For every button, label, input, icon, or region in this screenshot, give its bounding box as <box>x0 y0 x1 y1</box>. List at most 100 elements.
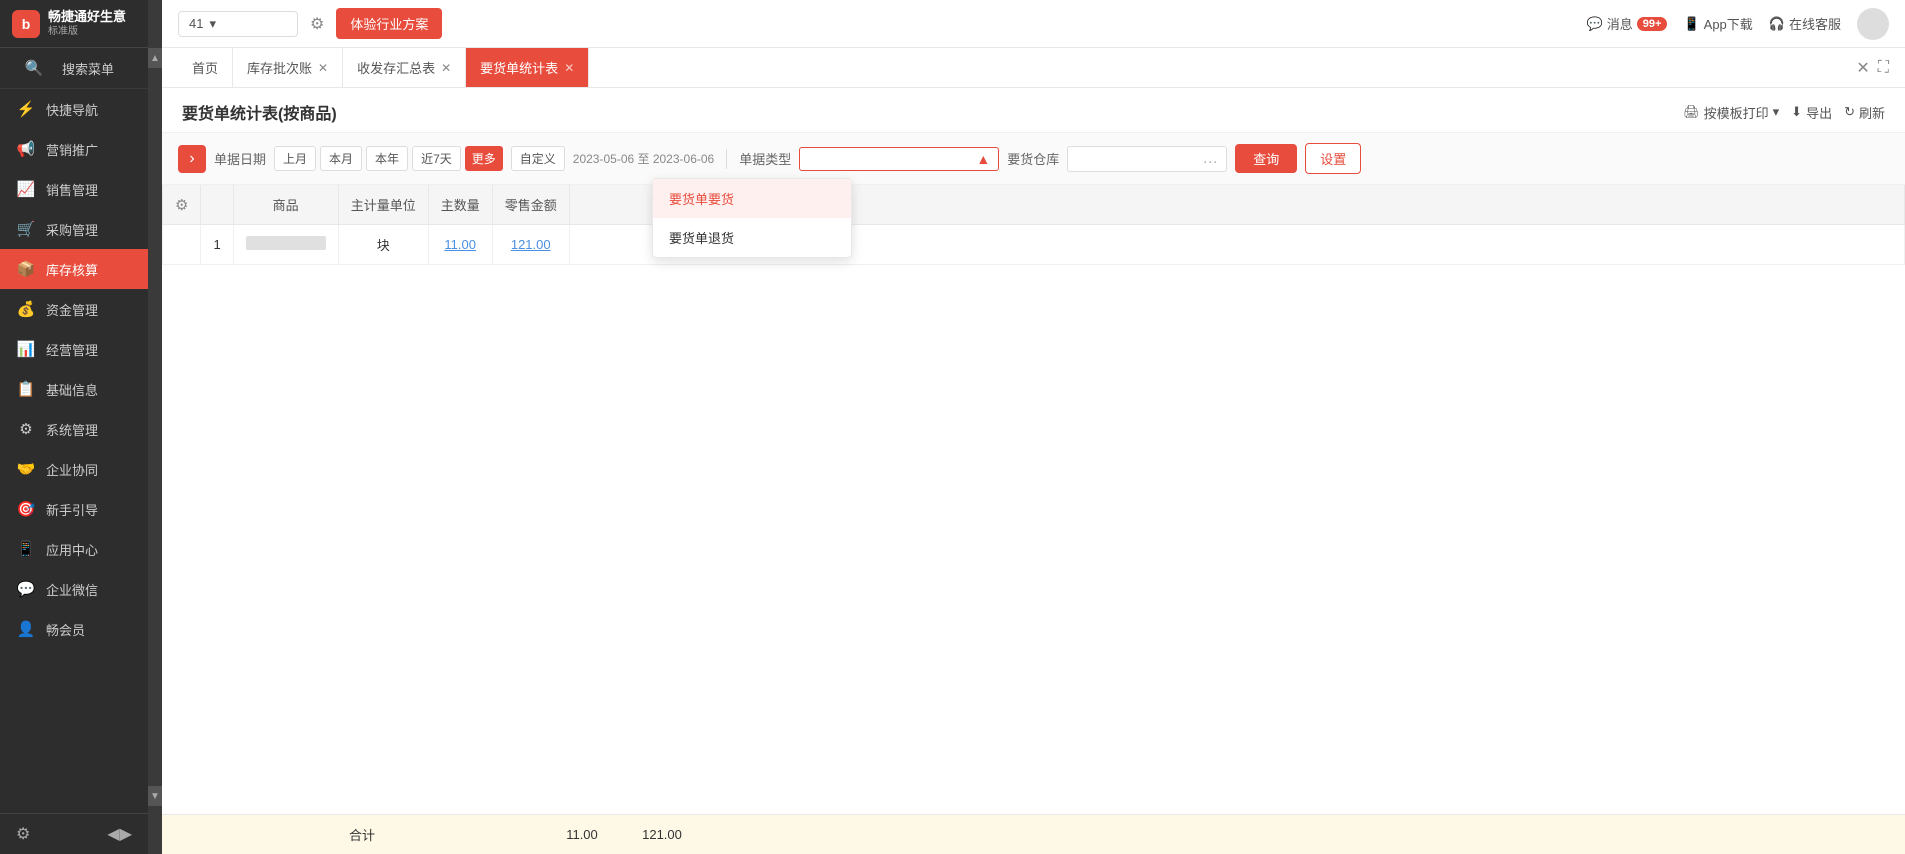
warehouse-filter-input[interactable]: … <box>1067 146 1227 172</box>
company-selector[interactable]: 41 ▾ <box>178 11 298 37</box>
date-custom-btn[interactable]: 自定义 <box>511 146 565 171</box>
td-quantity[interactable]: 11.00 <box>428 225 492 265</box>
system-icon: ⚙ <box>16 419 36 439</box>
page-body: 要货单统计表(按商品) 🖨 按模板打印 ▾ ⬇ 导出 ↻ 刷新 › <box>162 88 1905 854</box>
sidebar-item-operations[interactable]: 📊 经营管理 <box>0 329 148 369</box>
td-unit: 块 <box>338 225 428 265</box>
tab-close-inventory-batch[interactable]: ✕ <box>318 61 328 75</box>
type-select-arrow-up-icon[interactable]: ▲ <box>976 151 990 167</box>
date-btn-last-month[interactable]: 上月 <box>274 146 316 171</box>
sidebar-item-enterprise-coop[interactable]: 🤝 企业协同 <box>0 449 148 489</box>
query-btn[interactable]: 查询 <box>1235 144 1297 173</box>
dropdown-item-order-goods[interactable]: 要货单要货 <box>653 179 851 218</box>
table-row: 1 块 11.00 121.00 <box>163 225 1905 265</box>
date-filter-label: 单据日期 <box>214 149 266 168</box>
td-amount[interactable]: 121.00 <box>492 225 569 265</box>
export-btn[interactable]: ⬇ 导出 <box>1791 103 1832 122</box>
print-btn[interactable]: 🖨 按模板打印 ▾ <box>1683 103 1779 122</box>
sidebar-item-sales[interactable]: 📈 销售管理 <box>0 169 148 209</box>
page-actions: 🖨 按模板打印 ▾ ⬇ 导出 ↻ 刷新 <box>1683 103 1885 122</box>
th-unit: 主计量单位 <box>338 185 428 225</box>
sidebar-item-system[interactable]: ⚙ 系统管理 <box>0 409 148 449</box>
filter-expand-btn[interactable]: › <box>178 145 206 173</box>
tab-close-order-summary[interactable]: ✕ <box>564 61 574 75</box>
sidebar-item-app-center[interactable]: 📱 应用中心 <box>0 529 148 569</box>
print-icon: 🖨 <box>1683 104 1700 120</box>
data-table: ⚙ 商品 主计量单位 主数量 零售金额 1 <box>162 185 1905 265</box>
sidebar-item-purchase[interactable]: 🛒 采购管理 <box>0 209 148 249</box>
inventory-icon: 📦 <box>16 259 36 279</box>
type-filter-label: 单据类型 <box>739 149 791 168</box>
collapse-icon[interactable]: ◀▶ <box>107 824 132 844</box>
th-settings[interactable]: ⚙ <box>163 185 201 225</box>
sidebar-item-finance[interactable]: 💰 资金管理 <box>0 289 148 329</box>
sidebar-scroll-down[interactable]: ▼ <box>148 786 162 806</box>
tab-home[interactable]: 首页 <box>178 48 233 87</box>
date-btn-more[interactable]: 更多 <box>465 146 503 171</box>
warehouse-more-icon[interactable]: … <box>1202 150 1218 168</box>
header-right: 💬 消息 99+ 📱 App下载 🎧 在线客服 <box>1587 8 1889 40</box>
dropdown-item-order-return[interactable]: 要货单退货 <box>653 218 851 257</box>
sidebar: b 畅捷通好生意 标准版 🔍 搜索菜单 ⚡ 快捷导航 📢 营销推广 📈 销售管理… <box>0 0 148 854</box>
tab-expand-icon[interactable]: ⛶ <box>1878 59 1889 77</box>
date-btn-last-7-days[interactable]: 近7天 <box>412 146 461 171</box>
table-settings-icon[interactable]: ⚙ <box>175 197 188 214</box>
warehouse-filter-label: 要货仓库 <box>1007 149 1059 168</box>
header-settings-icon[interactable]: ⚙ <box>310 14 324 34</box>
header-left: 41 ▾ ⚙ 体验行业方案 <box>178 8 442 39</box>
sidebar-item-quick-nav[interactable]: ⚡ 快捷导航 <box>0 89 148 129</box>
print-expand-icon: ▾ <box>1773 104 1780 120</box>
quick-nav-icon: ⚡ <box>16 99 36 119</box>
th-index <box>201 185 233 225</box>
app-download-action[interactable]: 📱 App下载 <box>1683 14 1752 33</box>
sidebar-item-guide[interactable]: 🎯 新手引导 <box>0 489 148 529</box>
tab-close-receive-summary[interactable]: ✕ <box>441 61 451 75</box>
main-content: 41 ▾ ⚙ 体验行业方案 💬 消息 99+ 📱 App下载 🎧 在线客服 <box>162 0 1905 854</box>
sidebar-logo: b 畅捷通好生意 标准版 <box>0 0 148 48</box>
app-logo-icon: b <box>12 10 40 38</box>
finance-icon: 💰 <box>16 299 36 319</box>
customer-service-action[interactable]: 🎧 在线客服 <box>1769 14 1841 33</box>
top-header: 41 ▾ ⚙ 体验行业方案 💬 消息 99+ 📱 App下载 🎧 在线客服 <box>162 0 1905 48</box>
td-settings <box>163 225 201 265</box>
tab-receive-summary[interactable]: 收发存汇总表 ✕ <box>343 48 466 87</box>
tabs-right: ✕ ⛶ <box>1856 58 1889 78</box>
sidebar-item-members[interactable]: 👤 畅会员 <box>0 609 148 649</box>
sidebar-item-inventory[interactable]: 📦 库存核算 <box>0 249 148 289</box>
trial-btn[interactable]: 体验行业方案 <box>336 8 442 39</box>
user-avatar[interactable] <box>1857 8 1889 40</box>
enterprise-wechat-icon: 💬 <box>16 579 36 599</box>
headset-icon: 🎧 <box>1769 16 1785 32</box>
dropdown-arrow-icon: ▾ <box>209 16 216 32</box>
date-range-display: 2023-05-06 至 2023-06-06 <box>573 150 714 167</box>
sidebar-item-basic-info[interactable]: 📋 基础信息 <box>0 369 148 409</box>
tab-order-summary[interactable]: 要货单统计表 ✕ <box>466 48 589 87</box>
settings-footer-icon[interactable]: ⚙ <box>16 824 30 844</box>
td-index: 1 <box>201 225 233 265</box>
messages-action[interactable]: 💬 消息 99+ <box>1587 14 1668 33</box>
sidebar-item-marketing[interactable]: 📢 营销推广 <box>0 129 148 169</box>
operations-icon: 📊 <box>16 339 36 359</box>
enterprise-coop-icon: 🤝 <box>16 459 36 479</box>
settings-filter-btn[interactable]: 设置 <box>1305 143 1361 174</box>
sidebar-item-search[interactable]: 🔍 搜索菜单 <box>0 48 148 89</box>
refresh-icon: ↻ <box>1844 104 1855 120</box>
export-icon: ⬇ <box>1791 104 1802 120</box>
date-btn-this-year[interactable]: 本年 <box>366 146 408 171</box>
footer-amount: 121.00 <box>622 827 702 842</box>
sidebar-scroll-up[interactable]: ▲ <box>148 48 162 68</box>
tab-inventory-batch[interactable]: 库存批次账 ✕ <box>233 48 343 87</box>
tabs-bar: 首页 库存批次账 ✕ 收发存汇总表 ✕ 要货单统计表 ✕ ✕ ⛶ <box>162 48 1905 88</box>
warehouse-input-field[interactable] <box>1076 151 1202 166</box>
type-dropdown-menu: 要货单要货 要货单退货 <box>652 178 852 258</box>
date-btn-this-month[interactable]: 本月 <box>320 146 362 171</box>
app-center-icon: 📱 <box>16 539 36 559</box>
type-filter-input[interactable] <box>808 151 976 166</box>
tab-close-all-icon[interactable]: ✕ <box>1856 58 1869 78</box>
type-filter-select[interactable]: ▲ <box>799 147 999 171</box>
members-icon: 👤 <box>16 619 36 639</box>
goods-blurred <box>246 236 326 250</box>
table-footer: 合计 11.00 121.00 <box>162 814 1905 854</box>
sidebar-item-enterprise-wechat[interactable]: 💬 企业微信 <box>0 569 148 609</box>
refresh-btn[interactable]: ↻ 刷新 <box>1844 103 1885 122</box>
